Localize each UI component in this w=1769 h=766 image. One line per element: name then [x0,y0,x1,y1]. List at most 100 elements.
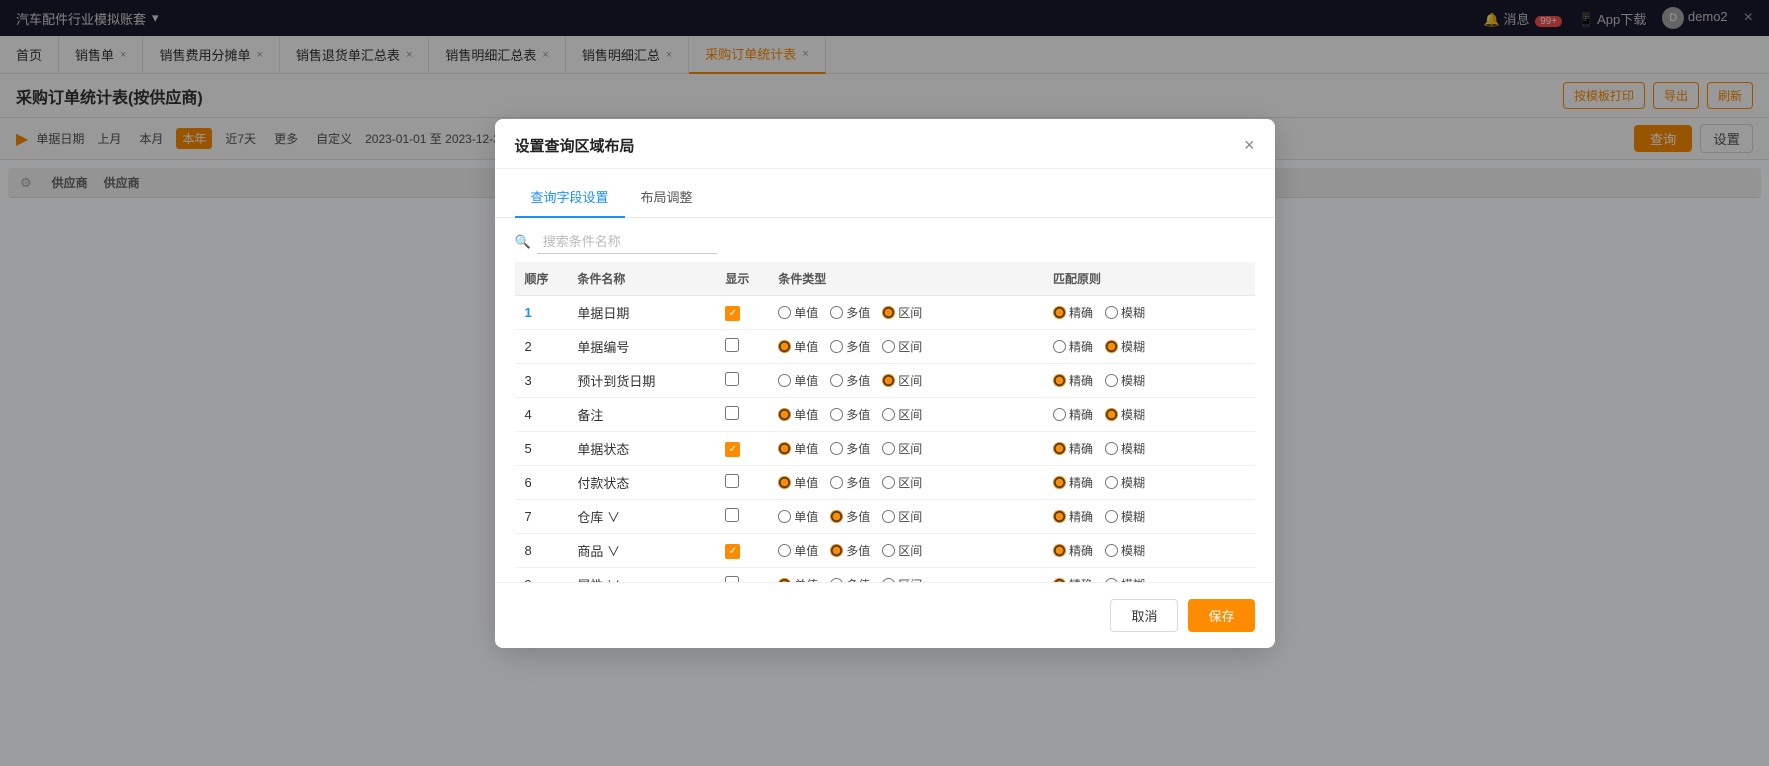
type-radio[interactable] [778,544,791,557]
match-option-精确[interactable]: 精确 [1053,508,1093,525]
match-radio[interactable] [1105,544,1118,557]
match-radio[interactable] [1105,510,1118,523]
cell-order: 8 [515,533,568,567]
type-radio[interactable] [882,408,895,421]
type-option-单值[interactable]: 单值 [778,338,818,355]
cell-order: 4 [515,397,568,431]
type-radio[interactable] [882,544,895,557]
show-checkbox[interactable] [725,338,739,352]
type-radio[interactable] [830,442,843,455]
match-radio[interactable] [1105,408,1118,421]
type-option-多值[interactable]: 多值 [830,474,870,491]
type-radio[interactable] [882,374,895,387]
match-radio[interactable] [1105,340,1118,353]
match-radio[interactable] [1105,476,1118,489]
type-radio[interactable] [778,340,791,353]
type-radio[interactable] [830,306,843,319]
show-checkbox-checked[interactable]: ✓ [725,442,740,457]
match-option-模糊[interactable]: 模糊 [1105,338,1145,355]
cell-order: 9 [515,567,568,582]
match-option-精确[interactable]: 精确 [1053,372,1093,389]
match-radio[interactable] [1053,476,1066,489]
match-option-模糊[interactable]: 模糊 [1105,474,1145,491]
match-option-模糊[interactable]: 模糊 [1105,406,1145,423]
type-option-区间[interactable]: 区间 [882,542,922,559]
show-checkbox[interactable] [725,406,739,420]
type-option-多值[interactable]: 多值 [830,508,870,525]
type-option-区间[interactable]: 区间 [882,304,922,321]
save-button[interactable]: 保存 [1188,599,1254,632]
match-option-精确[interactable]: 精确 [1053,440,1093,457]
cancel-button[interactable]: 取消 [1110,599,1178,632]
match-option-精确[interactable]: 精确 [1053,338,1093,355]
type-radio[interactable] [830,340,843,353]
type-option-区间[interactable]: 区间 [882,440,922,457]
match-radio[interactable] [1053,442,1066,455]
match-option-模糊[interactable]: 模糊 [1105,372,1145,389]
match-radio[interactable] [1053,544,1066,557]
type-radio[interactable] [778,306,791,319]
type-option-单值[interactable]: 单值 [778,542,818,559]
type-option-单值[interactable]: 单值 [778,406,818,423]
match-radio[interactable] [1053,306,1066,319]
type-radio[interactable] [882,340,895,353]
show-checkbox-checked[interactable]: ✓ [725,306,740,321]
match-radio[interactable] [1053,340,1066,353]
match-option-精确[interactable]: 精确 [1053,474,1093,491]
dialog-close-button[interactable]: × [1244,135,1255,156]
match-radio[interactable] [1105,374,1118,387]
match-option-模糊[interactable]: 模糊 [1105,304,1145,321]
type-option-区间[interactable]: 区间 [882,372,922,389]
match-option-模糊[interactable]: 模糊 [1105,542,1145,559]
match-option-精确[interactable]: 精确 [1053,406,1093,423]
type-option-多值[interactable]: 多值 [830,406,870,423]
type-option-多值[interactable]: 多值 [830,338,870,355]
show-checkbox[interactable] [725,372,739,386]
type-radio[interactable] [830,544,843,557]
type-option-单值[interactable]: 单值 [778,304,818,321]
type-option-单值[interactable]: 单值 [778,440,818,457]
type-option-区间[interactable]: 区间 [882,338,922,355]
type-option-单值[interactable]: 单值 [778,372,818,389]
type-option-区间[interactable]: 区间 [882,474,922,491]
cell-name: 仓库 ∨ [567,499,715,533]
show-checkbox[interactable] [725,474,739,488]
tab-layout-adjust[interactable]: 布局调整 [625,181,709,218]
show-checkbox[interactable] [725,508,739,522]
type-option-多值[interactable]: 多值 [830,372,870,389]
show-checkbox-checked[interactable]: ✓ [725,544,740,559]
type-option-区间[interactable]: 区间 [882,406,922,423]
match-option-精确[interactable]: 精确 [1053,542,1093,559]
type-radio[interactable] [882,306,895,319]
match-radio[interactable] [1105,306,1118,319]
table-row: 4备注 单值 多值 区间 精确 模糊 [515,397,1255,431]
match-option-模糊[interactable]: 模糊 [1105,440,1145,457]
type-radio[interactable] [778,374,791,387]
type-option-多值[interactable]: 多值 [830,542,870,559]
type-option-区间[interactable]: 区间 [882,508,922,525]
type-radio[interactable] [778,408,791,421]
type-radio[interactable] [830,476,843,489]
search-input[interactable] [537,230,717,254]
match-radio[interactable] [1053,408,1066,421]
match-radio[interactable] [1053,510,1066,523]
type-radio[interactable] [778,510,791,523]
type-radio[interactable] [882,476,895,489]
type-radio[interactable] [830,374,843,387]
match-option-模糊[interactable]: 模糊 [1105,508,1145,525]
type-option-单值[interactable]: 单值 [778,508,818,525]
type-radio[interactable] [778,442,791,455]
type-radio[interactable] [882,510,895,523]
type-option-多值[interactable]: 多值 [830,304,870,321]
type-radio-group: 单值 多值 区间 [778,542,1033,559]
tab-query-fields[interactable]: 查询字段设置 [515,181,625,218]
type-radio[interactable] [882,442,895,455]
match-radio[interactable] [1105,442,1118,455]
type-radio[interactable] [830,408,843,421]
type-option-多值[interactable]: 多值 [830,440,870,457]
match-radio[interactable] [1053,374,1066,387]
match-option-精确[interactable]: 精确 [1053,304,1093,321]
type-option-单值[interactable]: 单值 [778,474,818,491]
type-radio[interactable] [778,476,791,489]
type-radio[interactable] [830,510,843,523]
